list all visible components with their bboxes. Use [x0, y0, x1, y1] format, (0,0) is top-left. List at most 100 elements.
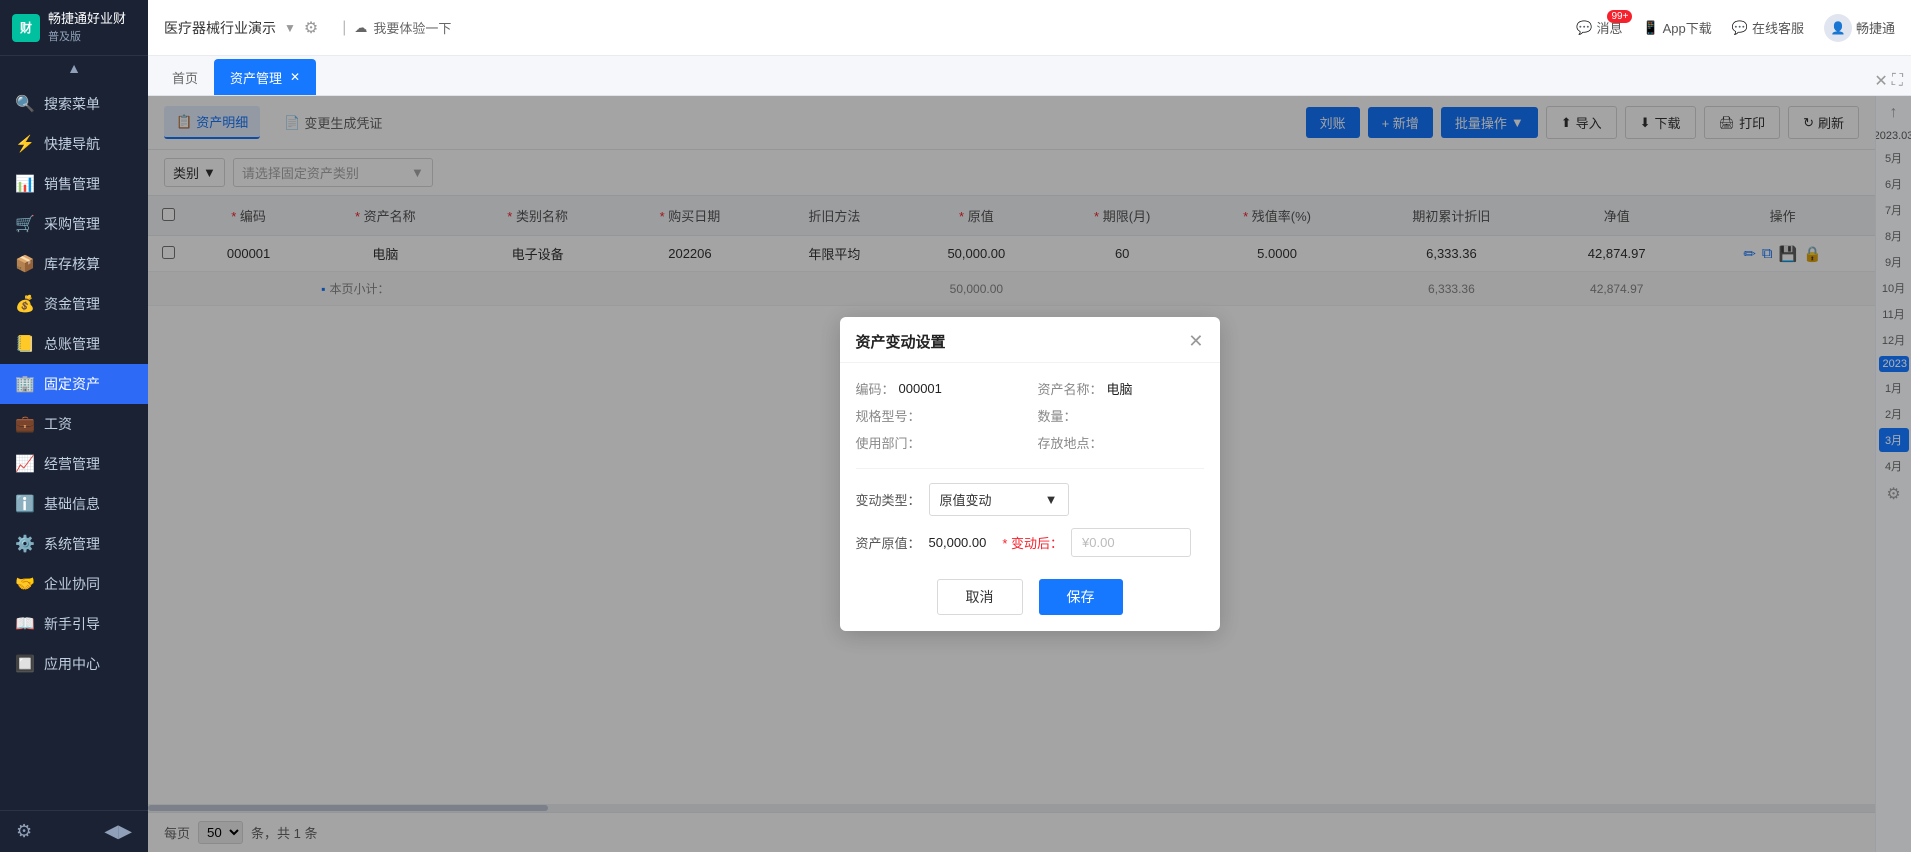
dialog-title: 资产变动设置	[856, 331, 946, 352]
sidebar-item-system[interactable]: ⚙️ 系统管理	[0, 524, 148, 564]
app-download-btn[interactable]: 📱 App下载	[1642, 18, 1711, 37]
service-icon: 💬	[1732, 20, 1748, 36]
tab-home[interactable]: 首页	[156, 59, 214, 95]
dialog-divider	[856, 468, 1204, 469]
payroll-icon: 💼	[16, 415, 34, 433]
assets-icon: 🏢	[16, 375, 34, 393]
sidebar-item-label-apps: 应用中心	[44, 654, 100, 674]
sidebar-item-label-guide: 新手引导	[44, 614, 100, 634]
sidebar-item-purchase[interactable]: 🛒 采购管理	[0, 204, 148, 244]
system-icon: ⚙️	[16, 535, 34, 553]
sidebar-item-label-sales: 销售管理	[44, 174, 100, 194]
experience-btn[interactable]: ☁ 我要体验一下	[354, 18, 451, 37]
maximize-btn[interactable]: ⛶	[1892, 72, 1903, 90]
dialog-cancel-btn[interactable]: 取消	[937, 579, 1023, 615]
app-download-label: App下载	[1663, 18, 1712, 37]
sidebar-item-ledger[interactable]: 📒 总账管理	[0, 324, 148, 364]
sidebar-item-apps[interactable]: 🔲 应用中心	[0, 644, 148, 684]
dialog-dept: 使用部门：	[856, 433, 1022, 452]
apps-icon: 🔲	[16, 655, 34, 673]
sales-icon: 📊	[16, 175, 34, 193]
funds-icon: 💰	[16, 295, 34, 313]
experience-label: 我要体验一下	[373, 18, 451, 37]
dialog-original-label: 资产原值：	[856, 533, 921, 552]
sidebar-item-payroll[interactable]: 💼 工资	[0, 404, 148, 444]
settings-icon[interactable]: ⚙	[16, 821, 32, 842]
tab-asset-label: 资产管理	[230, 68, 282, 87]
sidebar-item-basic[interactable]: ℹ️ 基础信息	[0, 484, 148, 524]
sidebar-item-funds[interactable]: 💰 资金管理	[0, 284, 148, 324]
online-service-label: 在线客服	[1752, 18, 1804, 37]
dialog-change-type-label: 变动类型：	[856, 490, 921, 509]
operations-icon: 📈	[16, 455, 34, 473]
divider: |	[342, 19, 346, 37]
experience-icon: ☁	[354, 20, 367, 36]
dialog-amount-row: 资产原值： 50,000.00 * 变动后：	[856, 528, 1204, 557]
dialog-save-btn[interactable]: 保存	[1039, 579, 1123, 615]
topbar-right: 💬 消息 99+ 📱 App下载 💬 在线客服 👤 畅捷通	[1576, 14, 1895, 42]
tab-close-icon[interactable]: ✕	[290, 70, 300, 84]
company-dropdown-icon[interactable]: ▼	[284, 21, 296, 35]
basic-icon: ℹ️	[16, 495, 34, 513]
messages-btn[interactable]: 💬 消息 99+	[1576, 18, 1622, 37]
dialog-spec: 规格型号：	[856, 406, 1022, 425]
dialog-change-type-arrow: ▼	[1045, 492, 1058, 507]
sidebar-item-label-operations: 经营管理	[44, 454, 100, 474]
dialog-location-label: 存放地点：	[1038, 433, 1103, 452]
dialog-change-type-value: 原值变动	[940, 490, 992, 509]
dialog-info-grid: 编码： 000001 资产名称： 电脑 规格型号： 数量：	[856, 379, 1204, 452]
dialog-original-value: 50,000.00	[929, 535, 987, 550]
main: 医疗器械行业演示 ▼ ⚙ | ☁ 我要体验一下 💬 消息 99+ 📱 App下载…	[148, 0, 1911, 852]
enterprise-icon: 🤝	[16, 575, 34, 593]
dialog-after-input[interactable]	[1071, 528, 1191, 557]
sidebar-item-label-basic: 基础信息	[44, 494, 100, 514]
company-settings-icon[interactable]: ⚙	[304, 18, 318, 38]
tab-asset-management[interactable]: 资产管理 ✕	[214, 59, 316, 95]
sidebar-item-label-ledger: 总账管理	[44, 334, 100, 354]
dialog-change-type-select[interactable]: 原值变动 ▼	[929, 483, 1069, 516]
user-label: 畅捷通	[1856, 18, 1895, 37]
topbar-left: 医疗器械行业演示 ▼ ⚙ | ☁ 我要体验一下	[164, 18, 451, 38]
online-service-btn[interactable]: 💬 在线客服	[1732, 18, 1804, 37]
dialog-code: 编码： 000001	[856, 379, 1022, 398]
window-controls: ✕ ⛶	[1874, 71, 1903, 95]
avatar: 👤	[1824, 14, 1852, 42]
download-icon: 📱	[1642, 20, 1658, 36]
dialog-name-label: 资产名称：	[1038, 379, 1103, 398]
logo-icon: 财	[12, 14, 40, 42]
dialog-header: 资产变动设置 ✕	[840, 317, 1220, 363]
dialog-name-value: 电脑	[1107, 379, 1133, 398]
tabbar: 首页 资产管理 ✕ ✕ ⛶	[148, 56, 1911, 96]
quicknav-icon: ⚡	[16, 135, 34, 153]
app-version: 普及版	[48, 28, 126, 44]
sidebar-item-search[interactable]: 🔍 搜索菜单	[0, 84, 148, 124]
tab-home-label: 首页	[172, 68, 198, 87]
content-area: 📋 资产明细 📄 变更生成凭证 刘账 + 新增	[148, 96, 1911, 852]
dialog-actions: 取消 保存	[856, 571, 1204, 615]
logo-text-block: 畅捷通好业财 普及版	[48, 11, 126, 44]
purchase-icon: 🛒	[16, 215, 34, 233]
inventory-icon: 📦	[16, 255, 34, 273]
sidebar-logo: 财 畅捷通好业财 普及版	[0, 0, 148, 56]
sidebar-item-enterprise[interactable]: 🤝 企业协同	[0, 564, 148, 604]
minimize-btn[interactable]: ✕	[1874, 71, 1887, 91]
sidebar-item-assets[interactable]: 🏢 固定资产	[0, 364, 148, 404]
topbar: 医疗器械行业演示 ▼ ⚙ | ☁ 我要体验一下 💬 消息 99+ 📱 App下载…	[148, 0, 1911, 56]
sidebar-item-label-purchase: 采购管理	[44, 214, 100, 234]
collapse-icon[interactable]: ◀▶	[104, 821, 132, 842]
sidebar-item-operations[interactable]: 📈 经营管理	[0, 444, 148, 484]
dialog-close-btn[interactable]: ✕	[1188, 331, 1203, 352]
user-btn[interactable]: 👤 畅捷通	[1824, 14, 1895, 42]
sidebar-scroll-up[interactable]: ▲	[0, 56, 148, 80]
dialog-code-value: 000001	[899, 381, 942, 396]
sidebar: 财 畅捷通好业财 普及版 ▲ 🔍 搜索菜单 ⚡ 快捷导航 📊 销售管理 🛒 采购…	[0, 0, 148, 852]
sidebar-item-guide[interactable]: 📖 新手引导	[0, 604, 148, 644]
dialog-location: 存放地点：	[1038, 433, 1204, 452]
sidebar-item-inventory[interactable]: 📦 库存核算	[0, 244, 148, 284]
sidebar-item-sales[interactable]: 📊 销售管理	[0, 164, 148, 204]
sidebar-item-label-assets: 固定资产	[44, 374, 100, 394]
sidebar-item-quicknav[interactable]: ⚡ 快捷导航	[0, 124, 148, 164]
sidebar-item-label-quicknav: 快捷导航	[44, 134, 100, 154]
dialog-overlay: 资产变动设置 ✕ 编码： 000001 资产名称： 电脑	[148, 96, 1911, 852]
sidebar-nav: 🔍 搜索菜单 ⚡ 快捷导航 📊 销售管理 🛒 采购管理 📦 库存核算 💰 资金管…	[0, 80, 148, 810]
